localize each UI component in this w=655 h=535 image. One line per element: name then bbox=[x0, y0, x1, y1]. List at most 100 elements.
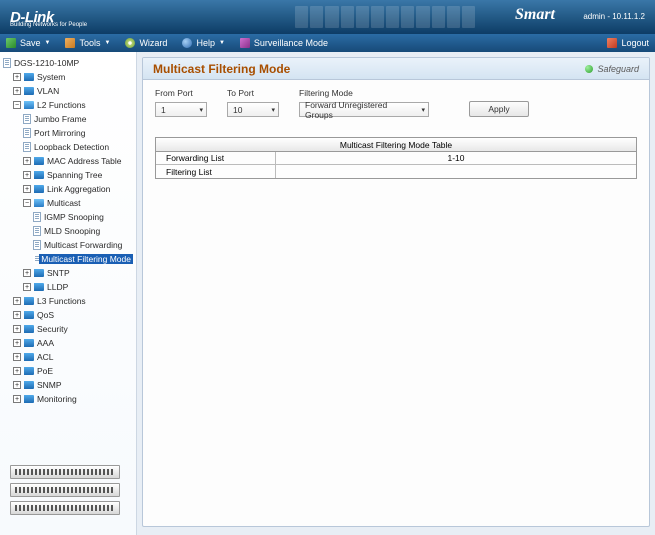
expand-icon[interactable]: + bbox=[13, 353, 21, 361]
mode-select[interactable]: Forward Unregistered Groups bbox=[299, 102, 429, 117]
folder-icon bbox=[24, 325, 34, 333]
help-menu[interactable]: Help▼ bbox=[182, 38, 224, 48]
apply-col: Apply bbox=[469, 101, 529, 117]
page-icon bbox=[33, 240, 41, 250]
folder-icon bbox=[24, 297, 34, 305]
folder-icon bbox=[24, 101, 34, 109]
tools-menu[interactable]: Tools▼ bbox=[65, 38, 110, 48]
tree-spanning[interactable]: +Spanning Tree bbox=[3, 168, 133, 182]
tree-sntp[interactable]: +SNTP bbox=[3, 266, 133, 280]
tree-security[interactable]: +Security bbox=[3, 322, 133, 336]
device-image bbox=[10, 465, 120, 515]
status-dot-icon bbox=[585, 65, 593, 73]
header-banner: D-Link Building Networks for People Smar… bbox=[0, 0, 655, 34]
chevron-down-icon: ▼ bbox=[45, 40, 51, 46]
tree-loopback[interactable]: Loopback Detection bbox=[3, 140, 133, 154]
apply-button[interactable]: Apply bbox=[469, 101, 529, 117]
tree-snmp[interactable]: +SNMP bbox=[3, 378, 133, 392]
row-value bbox=[276, 165, 636, 178]
tools-icon bbox=[65, 38, 75, 48]
to-port-select[interactable]: 10 bbox=[227, 102, 279, 117]
expand-icon[interactable]: + bbox=[13, 325, 21, 333]
to-port-field: To Port 10 bbox=[227, 88, 279, 117]
page-title: Multicast Filtering Mode bbox=[153, 62, 290, 76]
from-port-field: From Port 1 bbox=[155, 88, 207, 117]
expand-icon[interactable]: + bbox=[23, 157, 31, 165]
mode-label: Filtering Mode bbox=[299, 88, 429, 98]
help-icon bbox=[182, 38, 192, 48]
expand-icon[interactable]: + bbox=[23, 269, 31, 277]
collapse-icon[interactable]: − bbox=[23, 199, 31, 207]
expand-icon[interactable]: + bbox=[13, 311, 21, 319]
folder-icon bbox=[34, 157, 44, 165]
main-panel: Multicast Filtering Mode Safeguard From … bbox=[142, 57, 650, 527]
folder-icon bbox=[24, 73, 34, 81]
tree-mld[interactable]: MLD Snooping bbox=[3, 224, 133, 238]
expand-icon[interactable]: + bbox=[13, 73, 21, 81]
safeguard-badge: Safeguard bbox=[585, 64, 639, 74]
folder-icon bbox=[24, 381, 34, 389]
expand-icon[interactable]: + bbox=[13, 367, 21, 375]
row-value: 1-10 bbox=[276, 152, 636, 164]
surveillance-button[interactable]: Surveillance Mode bbox=[240, 38, 328, 48]
tree-portmirror[interactable]: Port Mirroring bbox=[3, 126, 133, 140]
tree-poe[interactable]: +PoE bbox=[3, 364, 133, 378]
page-icon bbox=[23, 114, 31, 124]
page-icon bbox=[33, 254, 36, 264]
expand-icon[interactable]: + bbox=[13, 87, 21, 95]
main-area: DGS-1210-10MP +System +VLAN −L2 Function… bbox=[0, 52, 655, 535]
from-port-label: From Port bbox=[155, 88, 207, 98]
from-port-select[interactable]: 1 bbox=[155, 102, 207, 117]
nav-tree: DGS-1210-10MP +System +VLAN −L2 Function… bbox=[0, 52, 137, 535]
logout-icon bbox=[607, 38, 617, 48]
tree-qos[interactable]: +QoS bbox=[3, 308, 133, 322]
folder-icon bbox=[24, 339, 34, 347]
tree-linkagg[interactable]: +Link Aggregation bbox=[3, 182, 133, 196]
expand-icon[interactable]: + bbox=[23, 283, 31, 291]
tree-mfwd[interactable]: Multicast Forwarding bbox=[3, 238, 133, 252]
logo: D-Link Building Networks for People bbox=[10, 9, 54, 26]
tree-mfmode[interactable]: Multicast Filtering Mode bbox=[3, 252, 133, 266]
tree-jumbo[interactable]: Jumbo Frame bbox=[3, 112, 133, 126]
tree-l2[interactable]: −L2 Functions bbox=[3, 98, 133, 112]
expand-icon[interactable]: + bbox=[13, 297, 21, 305]
expand-icon[interactable]: + bbox=[13, 339, 21, 347]
tree-acl[interactable]: +ACL bbox=[3, 350, 133, 364]
collapse-icon[interactable]: − bbox=[13, 101, 21, 109]
folder-icon bbox=[34, 283, 44, 291]
wizard-button[interactable]: Wizard bbox=[125, 38, 167, 48]
expand-icon[interactable]: + bbox=[23, 185, 31, 193]
admin-info: admin - 10.11.1.2 bbox=[579, 12, 645, 21]
save-icon bbox=[6, 38, 16, 48]
tree-multicast[interactable]: −Multicast bbox=[3, 196, 133, 210]
tree-mac[interactable]: +MAC Address Table bbox=[3, 154, 133, 168]
tree-l3[interactable]: +L3 Functions bbox=[3, 294, 133, 308]
expand-icon[interactable]: + bbox=[13, 395, 21, 403]
folder-icon bbox=[34, 269, 44, 277]
table-row: Filtering List bbox=[156, 165, 636, 178]
folder-icon bbox=[24, 395, 34, 403]
panel-header: Multicast Filtering Mode Safeguard bbox=[143, 58, 649, 80]
chevron-down-icon: ▼ bbox=[104, 40, 110, 46]
tree-root[interactable]: DGS-1210-10MP bbox=[3, 56, 133, 70]
save-menu[interactable]: Save▼ bbox=[6, 38, 50, 48]
to-port-label: To Port bbox=[227, 88, 279, 98]
tree-system[interactable]: +System bbox=[3, 70, 133, 84]
tree-aaa[interactable]: +AAA bbox=[3, 336, 133, 350]
tree-igmp[interactable]: IGMP Snooping bbox=[3, 210, 133, 224]
smart-label: Smart bbox=[515, 6, 555, 24]
wizard-icon bbox=[125, 38, 135, 48]
tree-lldp[interactable]: +LLDP bbox=[3, 280, 133, 294]
folder-icon bbox=[34, 185, 44, 193]
page-icon bbox=[23, 142, 31, 152]
tree-vlan[interactable]: +VLAN bbox=[3, 84, 133, 98]
logout-button[interactable]: Logout bbox=[607, 38, 649, 48]
filter-form: From Port 1 To Port 10 Filtering Mode Fo… bbox=[143, 80, 649, 129]
folder-icon bbox=[24, 311, 34, 319]
device-graphic bbox=[295, 6, 475, 28]
tree-monitoring[interactable]: +Monitoring bbox=[3, 392, 133, 406]
folder-icon bbox=[24, 353, 34, 361]
expand-icon[interactable]: + bbox=[13, 381, 21, 389]
expand-icon[interactable]: + bbox=[23, 171, 31, 179]
device-icon bbox=[3, 58, 11, 68]
